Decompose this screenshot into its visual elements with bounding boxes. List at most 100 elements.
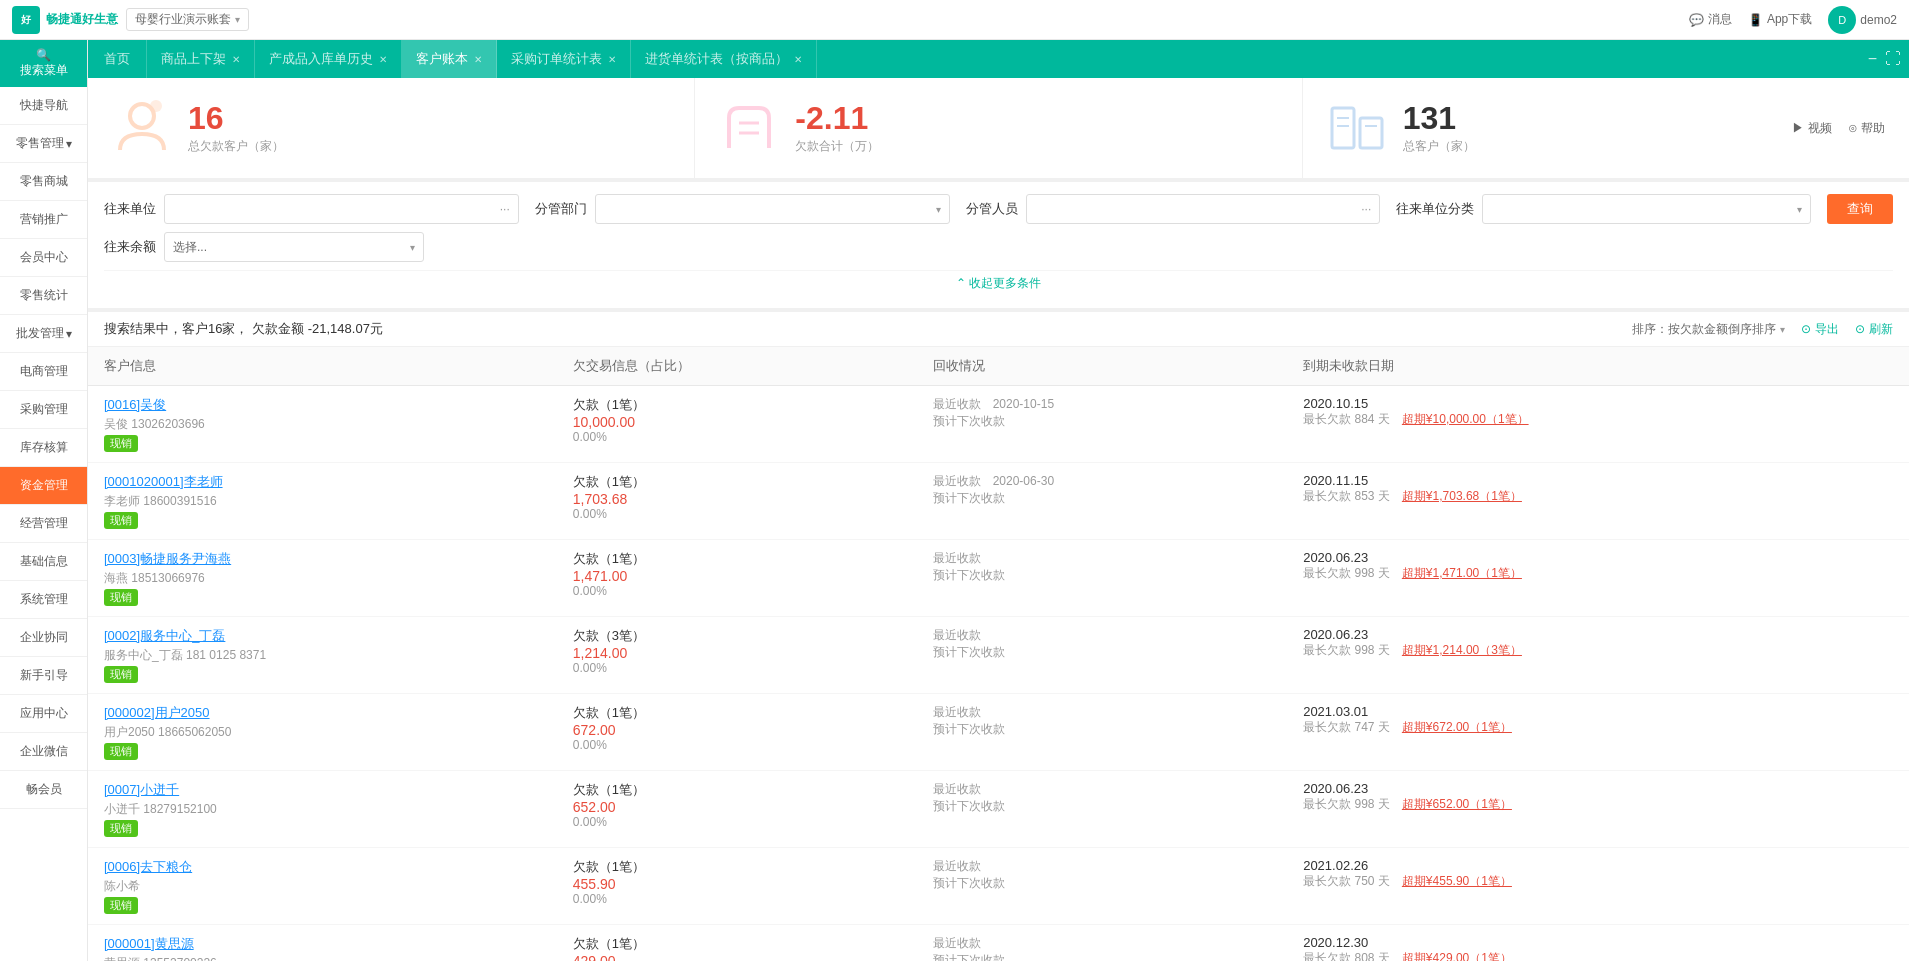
debt-amount-2[interactable]: 1,471.00 <box>573 568 901 584</box>
user-menu[interactable]: D demo2 <box>1828 6 1897 34</box>
sidebar-item-batch-mgmt[interactable]: 批发管理 ▾ <box>0 315 87 353</box>
debt-amount-7[interactable]: 429.00 <box>573 953 901 961</box>
tab-home[interactable]: 首页 <box>88 40 147 78</box>
tab-customer-account-close[interactable]: ✕ <box>474 54 482 65</box>
sidebar-item-retail-mall[interactable]: 零售商城 <box>0 163 87 201</box>
sort-select[interactable]: 排序：按欠款金额倒序排序 ▾ <box>1632 321 1785 338</box>
sort-label: 排序：按欠款金额倒序排序 <box>1632 321 1776 338</box>
customer-name-0[interactable]: [0016]吴俊 <box>104 397 166 412</box>
sidebar-item-basic-info[interactable]: 基础信息 <box>0 543 87 581</box>
tab-product-history-close[interactable]: ✕ <box>379 54 387 65</box>
customer-name-3[interactable]: [0002]服务中心_丁磊 <box>104 628 225 643</box>
overdue-amount-1[interactable]: 超期¥1,703.68（1笔） <box>1402 489 1522 503</box>
search-button[interactable]: 查询 <box>1827 194 1893 224</box>
results-amount: 欠款金额 -21,148.07元 <box>252 321 383 336</box>
sidebar-item-guide[interactable]: 新手引导 <box>0 657 87 695</box>
cell-collection-5: 最近收款 预计下次收款 <box>917 771 1287 848</box>
top-bar-right: 💬 消息 📱 App下载 D demo2 <box>1689 6 1897 34</box>
sidebar-item-finance[interactable]: 资金管理 <box>0 467 87 505</box>
customer-name-4[interactable]: [000002]用户2050 <box>104 705 210 720</box>
sidebar-item-ecommerce[interactable]: 电商管理 <box>0 353 87 391</box>
sidebar-item-member[interactable]: 会员中心 <box>0 239 87 277</box>
results-header: 搜索结果中，客户16家， 欠款金额 -21,148.07元 排序：按欠款金额倒序… <box>88 312 1909 347</box>
filter-balance-select[interactable]: 选择... ▾ <box>164 232 424 262</box>
debt-amount-6[interactable]: 455.90 <box>573 876 901 892</box>
tab-product-shelf[interactable]: 商品上下架 ✕ <box>147 40 255 78</box>
tab-minimize-btn[interactable]: − <box>1868 50 1877 68</box>
tab-fullscreen-btn[interactable]: ⛶ <box>1885 50 1901 68</box>
app-download-btn[interactable]: 📱 App下载 <box>1748 11 1812 28</box>
tab-product-shelf-close[interactable]: ✕ <box>232 54 240 65</box>
overdue-amount-3[interactable]: 超期¥1,214.00（3笔） <box>1402 643 1522 657</box>
store-name: 母婴行业演示账套 <box>135 11 231 28</box>
cell-overdue-6: 2021.02.26 最长欠款 750 天 超期¥455.90（1笔） <box>1287 848 1909 925</box>
debt-ratio-5: 0.00% <box>573 815 901 829</box>
customer-phone-2: 海燕 18513066976 <box>104 570 541 587</box>
tab-customer-account[interactable]: 客户账本 ✕ <box>402 40 497 78</box>
refresh-btn[interactable]: ⊙ 刷新 <box>1855 321 1893 338</box>
sidebar-item-inventory[interactable]: 库存核算 <box>0 429 87 467</box>
sidebar-item-apps[interactable]: 应用中心 <box>0 695 87 733</box>
debt-amount-1[interactable]: 1,703.68 <box>573 491 901 507</box>
collapse-bar[interactable]: ⌃ 收起更多条件 <box>104 270 1893 296</box>
collection-next-7: 预计下次收款 <box>933 952 1271 961</box>
tab-purchase-stats-close[interactable]: ✕ <box>608 54 616 65</box>
debt-count-3: 欠款（3笔） <box>573 627 901 645</box>
filter-person-input[interactable]: ··· <box>1026 194 1381 224</box>
customer-name-2[interactable]: [0003]畅捷服务尹海燕 <box>104 551 231 566</box>
export-btn[interactable]: ⊙ 导出 <box>1801 321 1839 338</box>
sidebar-item-vip[interactable]: 畅会员 <box>0 771 87 809</box>
sidebar-item-enterprise[interactable]: 企业协同 <box>0 619 87 657</box>
overdue-amount-4[interactable]: 超期¥672.00（1笔） <box>1402 720 1512 734</box>
tab-product-shelf-label: 商品上下架 <box>161 50 226 68</box>
tab-bar: 首页 商品上下架 ✕ 产成品入库单历史 ✕ 客户账本 ✕ 采购订单统计表 ✕ 进… <box>88 40 1909 78</box>
overdue-amount-0[interactable]: 超期¥10,000.00（1笔） <box>1402 412 1529 426</box>
filter-dept-select[interactable]: ▾ <box>595 194 950 224</box>
sidebar-item-quick-nav[interactable]: 快捷导航 <box>0 87 87 125</box>
inventory-label: 库存核算 <box>20 440 68 454</box>
store-selector[interactable]: 母婴行业演示账套 ▾ <box>126 8 249 31</box>
overdue-days-2: 最长欠款 998 天 超期¥1,471.00（1笔） <box>1303 565 1893 582</box>
tab-purchase-product-stats-close[interactable]: ✕ <box>794 54 802 65</box>
stats-row: 16 总欠款客户（家） -2.11 欠款合计（万） <box>88 78 1909 178</box>
customer-name-1[interactable]: [0001020001]李老师 <box>104 474 223 489</box>
overdue-amount-2[interactable]: 超期¥1,471.00（1笔） <box>1402 566 1522 580</box>
cell-overdue-7: 2020.12.30 最长欠款 808 天 超期¥429.00（1笔） <box>1287 925 1909 962</box>
sidebar-item-wechat[interactable]: 企业微信 <box>0 733 87 771</box>
tab-purchase-stats[interactable]: 采购订单统计表 ✕ <box>497 40 631 78</box>
view-video-btn[interactable]: ▶ 视频 <box>1792 120 1831 137</box>
debt-amount-3[interactable]: 1,214.00 <box>573 645 901 661</box>
sidebar-item-operations[interactable]: 经营管理 <box>0 505 87 543</box>
customer-name-7[interactable]: [000001]黄思源 <box>104 936 194 951</box>
filter-customer-input[interactable]: ··· <box>164 194 519 224</box>
overdue-date-2: 2020.06.23 <box>1303 550 1893 565</box>
cell-debt-info-2: 欠款（1笔） 1,471.00 0.00% <box>557 540 917 617</box>
customer-name-6[interactable]: [0006]去下粮仓 <box>104 859 192 874</box>
overdue-amount-5[interactable]: 超期¥652.00（1笔） <box>1402 797 1512 811</box>
sidebar-item-marketing[interactable]: 营销推广 <box>0 201 87 239</box>
filter-category-select[interactable]: ▾ <box>1482 194 1811 224</box>
table-row: [0002]服务中心_丁磊 服务中心_丁磊 181 0125 8371 现销 欠… <box>88 617 1909 694</box>
sidebar-item-retail-mgmt[interactable]: 零售管理 ▾ <box>0 125 87 163</box>
message-btn[interactable]: 💬 消息 <box>1689 11 1732 28</box>
sidebar-item-system[interactable]: 系统管理 <box>0 581 87 619</box>
stat-icon-debt-customers <box>112 98 172 158</box>
quick-nav-label: 快捷导航 <box>20 98 68 112</box>
debt-count-7: 欠款（1笔） <box>573 935 901 953</box>
tab-purchase-product-stats[interactable]: 进货单统计表（按商品） ✕ <box>631 40 817 78</box>
debt-count-6: 欠款（1笔） <box>573 858 901 876</box>
customer-name-5[interactable]: [0007]小迸千 <box>104 782 179 797</box>
overdue-amount-6[interactable]: 超期¥455.90（1笔） <box>1402 874 1512 888</box>
tab-product-history[interactable]: 产成品入库单历史 ✕ <box>255 40 402 78</box>
tab-product-history-label: 产成品入库单历史 <box>269 50 373 68</box>
help-btn[interactable]: ⊙ 帮助 <box>1848 120 1885 137</box>
debt-amount-0[interactable]: 10,000.00 <box>573 414 901 430</box>
debt-amount-5[interactable]: 652.00 <box>573 799 901 815</box>
table-row: [000002]用户2050 用户2050 18665062050 现销 欠款（… <box>88 694 1909 771</box>
sidebar-item-purchase[interactable]: 采购管理 <box>0 391 87 429</box>
debt-amount-4[interactable]: 672.00 <box>573 722 901 738</box>
sidebar-item-retail-stats[interactable]: 零售统计 <box>0 277 87 315</box>
overdue-amount-7[interactable]: 超期¥429.00（1笔） <box>1402 951 1512 961</box>
overdue-days-7: 最长欠款 808 天 超期¥429.00（1笔） <box>1303 950 1893 961</box>
sidebar-search[interactable]: 🔍 搜索菜单 <box>0 40 87 87</box>
